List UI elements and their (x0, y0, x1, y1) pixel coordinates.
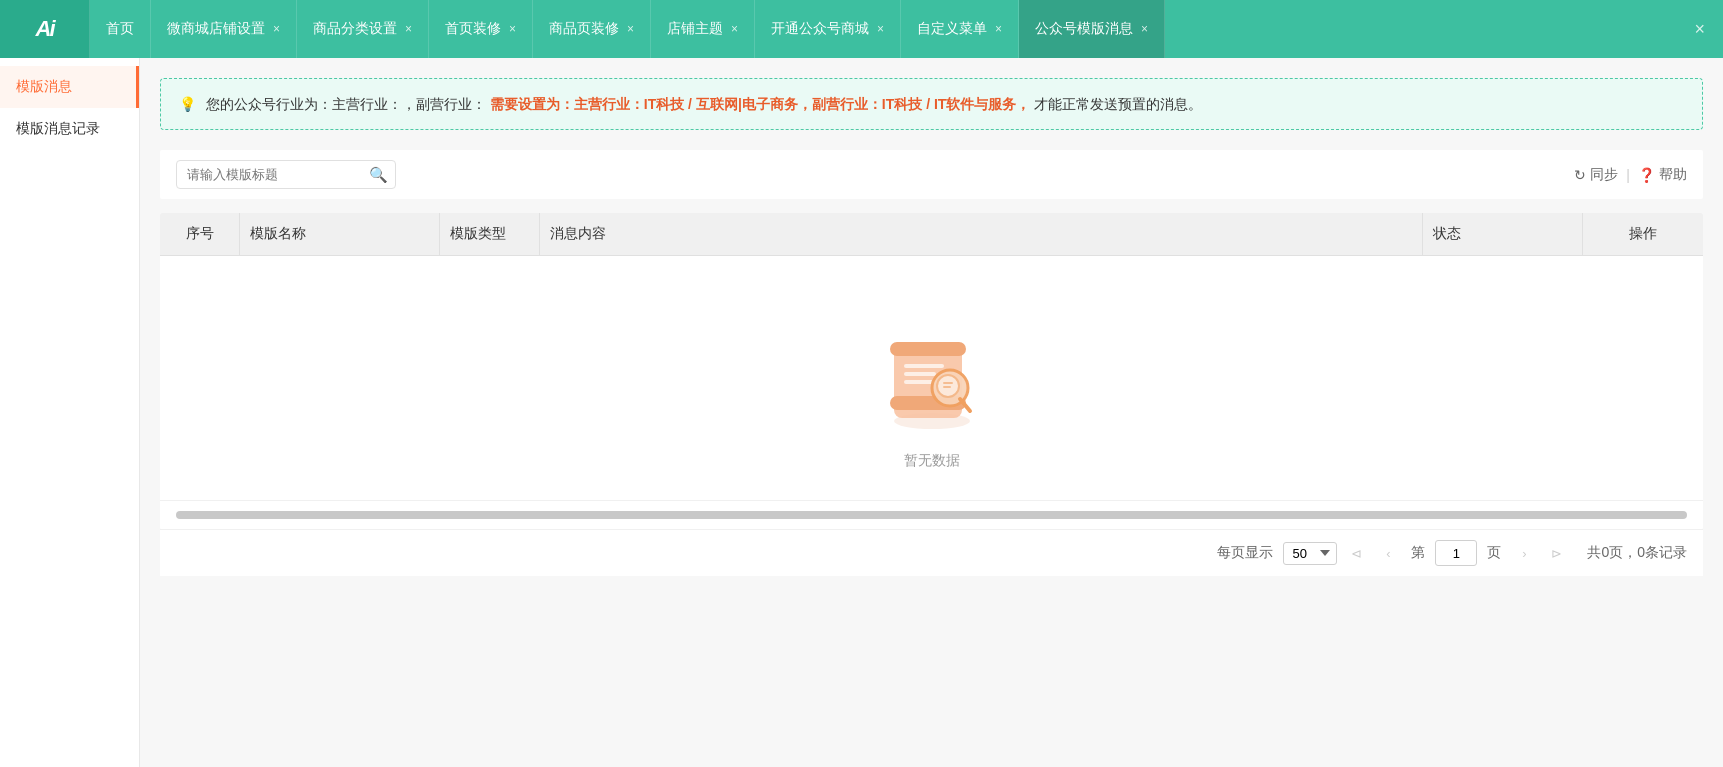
search-input[interactable] (176, 160, 396, 189)
page-number-input[interactable] (1435, 540, 1477, 566)
sync-icon: ↻ (1574, 167, 1586, 183)
data-table: 序号模版名称模版类型消息内容状态操作 (160, 213, 1703, 529)
svg-rect-10 (943, 382, 953, 384)
toolbar-divider: | (1626, 167, 1630, 183)
empty-illustration (872, 316, 992, 436)
scrollbar-track (176, 511, 1687, 519)
sync-label: 同步 (1590, 166, 1618, 184)
alert-banner: 💡 您的公众号行业为：主营行业：，副营行业： 需要设置为：主营行业：IT科技 /… (160, 78, 1703, 130)
last-page-button[interactable]: ⊳ (1543, 540, 1569, 566)
nav-item-shop-theme[interactable]: 店铺主题× (651, 0, 755, 58)
alert-text-after: 才能正常发送预置的消息。 (1034, 96, 1202, 112)
nav-item-product-category[interactable]: 商品分类设置× (297, 0, 429, 58)
close-tab-icon[interactable]: × (273, 22, 280, 36)
close-tab-icon[interactable]: × (627, 22, 634, 36)
sidebar-item-template-msg[interactable]: 模版消息 (0, 66, 139, 108)
close-tab-icon[interactable]: × (405, 22, 412, 36)
nav-item-wshop-setting[interactable]: 微商城店铺设置× (151, 0, 297, 58)
empty-text: 暂无数据 (904, 452, 960, 470)
sync-button[interactable]: ↻ 同步 (1574, 166, 1618, 184)
nav-item-product-decor[interactable]: 商品页装修× (533, 0, 651, 58)
main-layout: 模版消息模版消息记录 💡 您的公众号行业为：主营行业：，副营行业： 需要设置为：… (0, 58, 1723, 767)
page-di-label: 第 (1411, 544, 1425, 562)
first-page-button[interactable]: ⊲ (1343, 540, 1369, 566)
close-tab-icon[interactable]: × (877, 22, 884, 36)
th-name: 模版名称 (240, 213, 440, 255)
close-tab-icon[interactable]: × (509, 22, 516, 36)
help-button[interactable]: ❓ 帮助 (1638, 166, 1687, 184)
prev-page-button[interactable]: ‹ (1375, 540, 1401, 566)
svg-rect-5 (904, 372, 936, 376)
nav-item-home[interactable]: 首页 (90, 0, 151, 58)
horizontal-scrollbar[interactable] (160, 500, 1703, 529)
page-total: 共0页，0条记录 (1587, 544, 1687, 562)
page-ye-label: 页 (1487, 544, 1501, 562)
alert-text-before: 您的公众号行业为：主营行业：，副营行业： (206, 96, 486, 112)
top-nav: Ai 首页微商城店铺设置×商品分类设置×首页装修×商品页装修×店铺主题×开通公众… (0, 0, 1723, 58)
app-logo: Ai (0, 0, 90, 58)
empty-state: 暂无数据 (160, 256, 1703, 500)
th-status: 状态 (1423, 213, 1583, 255)
close-tab-icon[interactable]: × (995, 22, 1002, 36)
svg-rect-2 (890, 342, 966, 356)
alert-icon: 💡 (179, 96, 196, 112)
next-page-button[interactable]: › (1511, 540, 1537, 566)
help-label: 帮助 (1659, 166, 1687, 184)
close-tab-icon[interactable]: × (731, 22, 738, 36)
page-size-label: 每页显示 (1217, 544, 1273, 562)
svg-rect-11 (943, 386, 951, 388)
close-all-tabs-button[interactable]: × (1676, 19, 1723, 40)
sidebar-item-template-record[interactable]: 模版消息记录 (0, 108, 139, 150)
nav-item-open-mall[interactable]: 开通公众号商城× (755, 0, 901, 58)
close-tab-icon[interactable]: × (1141, 22, 1148, 36)
content-area: 💡 您的公众号行业为：主营行业：，副营行业： 需要设置为：主营行业：IT科技 /… (140, 58, 1723, 767)
nav-item-custom-menu[interactable]: 自定义菜单× (901, 0, 1019, 58)
th-action: 操作 (1583, 213, 1703, 255)
alert-highlight: 需要设置为：主营行业：IT科技 / 互联网|电子商务，副营行业：IT科技 / I… (490, 96, 1031, 112)
th-type: 模版类型 (440, 213, 540, 255)
svg-rect-4 (904, 364, 944, 368)
sidebar: 模版消息模版消息记录 (0, 58, 140, 767)
search-input-wrap: 🔍 (176, 160, 396, 189)
table-header: 序号模版名称模版类型消息内容状态操作 (160, 213, 1703, 256)
nav-item-template-msg[interactable]: 公众号模版消息× (1019, 0, 1165, 58)
page-size-select[interactable]: 102050100 (1283, 542, 1337, 565)
th-seq: 序号 (160, 213, 240, 255)
toolbar-right: ↻ 同步 | ❓ 帮助 (1574, 166, 1687, 184)
search-bar: 🔍 ↻ 同步 | ❓ 帮助 (160, 150, 1703, 199)
search-icon[interactable]: 🔍 (369, 166, 388, 184)
th-content: 消息内容 (540, 213, 1423, 255)
help-icon: ❓ (1638, 167, 1655, 183)
pagination: 每页显示 102050100 ⊲ ‹ 第 页 › ⊳ 共0页，0条记录 (160, 529, 1703, 576)
nav-item-home-decor[interactable]: 首页装修× (429, 0, 533, 58)
